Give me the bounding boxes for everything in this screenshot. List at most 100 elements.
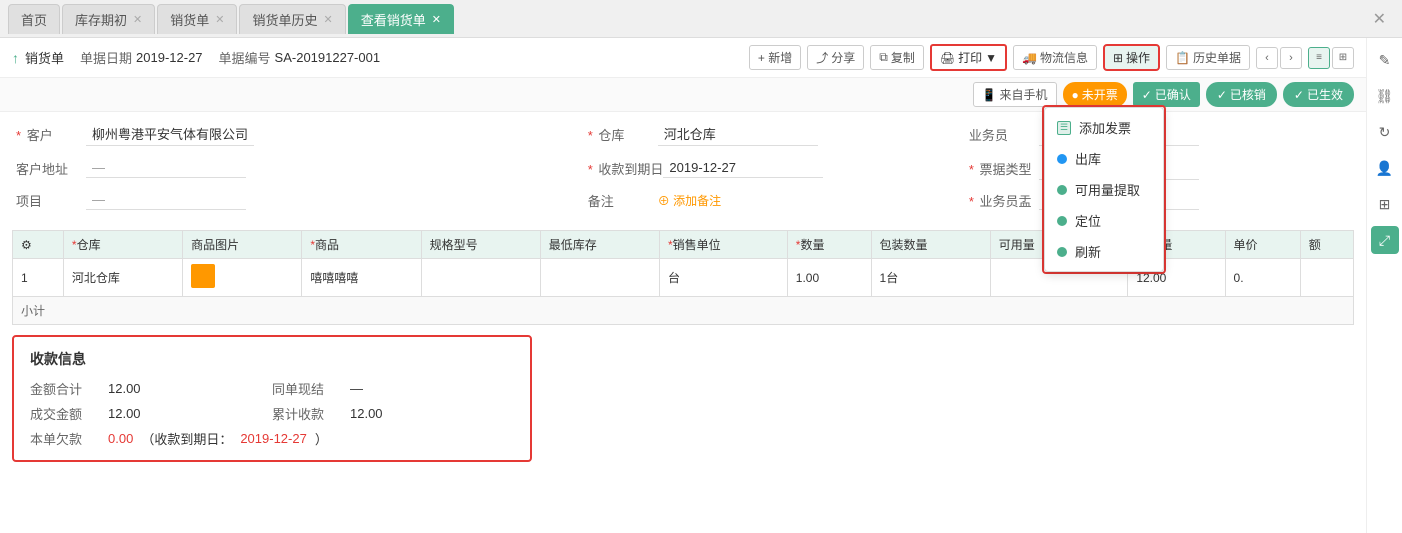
right-sidebar: ✎ ⛓ ↻ 👤 ⊞ ⤢ — [1366, 38, 1402, 533]
cancel-check-icon: ✓ — [1217, 88, 1227, 102]
tab-bar: 首页 库存期初 ✕ 销货单 ✕ 销货单历史 ✕ 查看销货单 ✕ ✕ — [0, 0, 1402, 38]
list-view-button[interactable]: ≡ — [1308, 47, 1330, 69]
col-product: *商品 — [302, 231, 421, 259]
salesman-label: * 业务员盂 — [969, 191, 1039, 210]
sidebar-user-icon[interactable]: 👤 — [1371, 154, 1399, 182]
tab-view-sales-close[interactable]: ✕ — [432, 13, 441, 26]
history-button[interactable]: 📋 历史单据 — [1166, 45, 1250, 70]
payment-cumulative-value: 12.00 — [350, 406, 383, 421]
refresh-label: 刷新 — [1075, 242, 1101, 261]
locate-item[interactable]: 定位 — [1045, 205, 1163, 236]
ticket-type-label: * 票据类型 — [969, 159, 1039, 178]
warehouse-field: * 仓库 河北仓库 — [588, 122, 969, 146]
grid-view-button[interactable]: ⊞ — [1332, 47, 1354, 69]
tab-inventory-close[interactable]: ✕ — [133, 13, 142, 26]
warehouse-out-icon — [1057, 154, 1067, 164]
employee-label: 业务员 — [969, 125, 1039, 144]
row-image — [183, 259, 302, 297]
col-unit-price: 单价 — [1225, 231, 1300, 259]
print-dropdown-arrow: ▼ — [985, 51, 997, 65]
col-min-stock: 最低库存 — [540, 231, 659, 259]
sidebar-edit-icon[interactable]: ✎ — [1371, 46, 1399, 74]
tab-home[interactable]: 首页 — [8, 4, 60, 34]
not-opened-button[interactable]: ● 未开票 — [1063, 82, 1127, 107]
from-phone-button[interactable]: 📱 来自手机 — [973, 82, 1057, 107]
address-value[interactable]: — — [86, 158, 246, 178]
confirm-button[interactable]: ✓ 已确认 — [1133, 82, 1200, 107]
refresh-item[interactable]: 刷新 — [1045, 236, 1163, 267]
sidebar-link-icon[interactable]: ⛓ — [1371, 82, 1399, 110]
tab-sales-close[interactable]: ✕ — [215, 13, 224, 26]
row-qty: 1.00 — [787, 259, 871, 297]
doc-actions: + 新增 ⤴ 分享 ⧉ 复制 🖨 打印 ▼ 🚚 — [749, 44, 1354, 71]
window-close-button[interactable]: ✕ — [1365, 9, 1394, 29]
note-label: 备注 — [588, 191, 658, 210]
logistics-icon: 🚚 — [1022, 51, 1037, 65]
circle-icon: ● — [1072, 88, 1079, 102]
row-amount — [1300, 259, 1353, 297]
address-label: 客户地址 — [16, 159, 86, 178]
logistics-button[interactable]: 🚚 物流信息 — [1013, 45, 1097, 70]
available-qty-item[interactable]: 可用量提取 — [1045, 174, 1163, 205]
sidebar-refresh-icon[interactable]: ↻ — [1371, 118, 1399, 146]
add-invoice-item[interactable]: ☰ 添加发票 — [1045, 112, 1163, 143]
plus-icon: ⊕ — [658, 194, 673, 208]
col-qty: *数量 — [787, 231, 871, 259]
tab-sales-history[interactable]: 销货单历史 ✕ — [239, 4, 345, 34]
effect-check-icon: ✓ — [1294, 88, 1304, 102]
project-value[interactable]: — — [86, 190, 246, 210]
new-button[interactable]: + 新增 — [749, 45, 801, 70]
operate-button[interactable]: ⊞ 操作 — [1103, 44, 1160, 71]
row-min-stock — [540, 259, 659, 297]
col-pack-qty: 包装数量 — [871, 231, 990, 259]
payment-total-value: 12.00 — [108, 381, 141, 396]
tab-sales-history-close[interactable]: ✕ — [324, 13, 333, 26]
available-qty-icon — [1057, 185, 1067, 195]
payment-overdue-close: ） — [315, 429, 328, 448]
copy-icon: ⧉ — [879, 50, 888, 65]
due-date-label: * 收款到期日 — [588, 159, 664, 178]
check-icon: ✓ — [1142, 88, 1152, 102]
history-icon: 📋 — [1175, 51, 1190, 65]
tab-view-sales[interactable]: 查看销货单 ✕ — [348, 4, 454, 34]
dropdown-menu: ☰ 添加发票 出库 可用量提取 定位 — [1044, 107, 1164, 272]
tab-inventory[interactable]: 库存期初 ✕ — [62, 4, 155, 34]
locate-icon — [1057, 216, 1067, 226]
payment-deal-value: 12.00 — [108, 406, 141, 421]
print-icon: 🖨 — [940, 51, 955, 65]
operate-dropdown: ☰ 添加发票 出库 可用量提取 定位 — [1042, 105, 1166, 274]
warehouse-value[interactable]: 河北仓库 — [658, 122, 818, 146]
nav-arrows: ‹ › — [1256, 47, 1302, 69]
payment-total-row: 金额合计 12.00 — [30, 379, 272, 398]
copy-button[interactable]: ⧉ 复制 — [870, 45, 924, 70]
payment-same-order-value: — — [350, 381, 363, 396]
view-icons: ≡ ⊞ — [1308, 47, 1354, 69]
next-button[interactable]: › — [1280, 47, 1302, 69]
row-unit: 台 — [660, 259, 788, 297]
doc-number-field: 单据编号 SA-20191227-001 — [219, 48, 381, 67]
main-area: ↑ 销货单 单据日期 2019-12-27 单据编号 SA-20191227-0… — [0, 38, 1402, 533]
warehouse-out-item[interactable]: 出库 — [1045, 143, 1163, 174]
project-label: 项目 — [16, 191, 86, 210]
cancel-status-button[interactable]: ✓ 已核销 — [1206, 82, 1277, 107]
col-gear: ⚙ — [13, 231, 64, 259]
payment-overdue-row: 本单欠款 0.00 （收款到期日： 2019-12-27 ） — [30, 429, 514, 448]
add-note-button[interactable]: ⊕ 添加备注 — [658, 192, 721, 209]
doc-date-label: 单据日期 — [80, 48, 132, 67]
payment-deal-label: 成交金额 — [30, 404, 100, 423]
sidebar-expand-icon[interactable]: ⤢ — [1371, 226, 1399, 254]
effect-status-button[interactable]: ✓ 已生效 — [1283, 82, 1354, 107]
share-button[interactable]: ⤴ 分享 — [807, 45, 864, 70]
col-image: 商品图片 — [183, 231, 302, 259]
prev-button[interactable]: ‹ — [1256, 47, 1278, 69]
tab-sales[interactable]: 销货单 ✕ — [157, 4, 237, 34]
warehouse-out-label: 出库 — [1075, 149, 1101, 168]
payment-cumulative-row: 累计收款 12.00 — [272, 404, 514, 423]
print-button[interactable]: 🖨 打印 ▼ — [930, 44, 1007, 71]
content-area: ↑ 销货单 单据日期 2019-12-27 单据编号 SA-20191227-0… — [0, 38, 1366, 533]
due-date-value[interactable]: 2019-12-27 — [663, 158, 823, 178]
customer-value[interactable]: 柳州粤港平安气体有限公司 — [86, 122, 254, 146]
payment-overdue-date: 2019-12-27 — [240, 431, 307, 446]
sidebar-grid-icon[interactable]: ⊞ — [1371, 190, 1399, 218]
dropdown-highlight-box: ☰ 添加发票 出库 可用量提取 定位 — [1042, 105, 1166, 274]
